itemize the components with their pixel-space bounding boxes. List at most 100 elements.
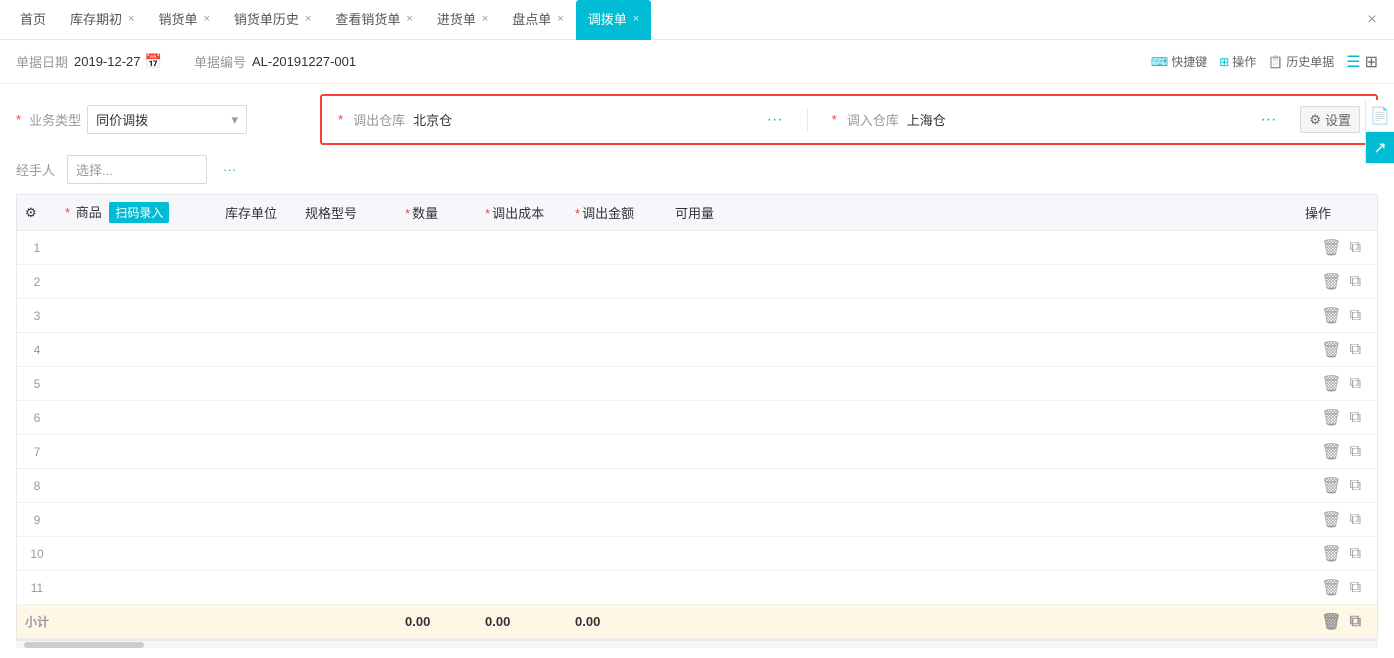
row-num-7: 7 (17, 445, 57, 459)
col-product-label: 商品 (76, 205, 102, 220)
copy-row-11-icon[interactable]: ⧉ (1350, 579, 1361, 597)
doc-no-label: 单据编号 (194, 52, 246, 71)
close-tab-sales-order[interactable]: × (203, 13, 209, 25)
table-row: 11 🗑 ⧉ (17, 571, 1377, 605)
chevron-down-icon: ▾ (232, 112, 239, 128)
close-tab-inventory-check[interactable]: × (557, 13, 563, 25)
copy-row-9-icon[interactable]: ⧉ (1350, 511, 1361, 529)
row-num-5: 5 (17, 377, 57, 391)
copy-row-7-icon[interactable]: ⧉ (1350, 443, 1361, 461)
row-num-11: 11 (17, 581, 57, 595)
tab-inventory-init[interactable]: 库存期初 × (58, 0, 146, 40)
copy-row-10-icon[interactable]: ⧉ (1350, 545, 1361, 563)
settings-label: 设置 (1325, 110, 1351, 129)
items-table: ⚙ 商品 扫码录入 库存单位 规格型号 数量 调出成本 调出金额 可用量 操作 … (16, 194, 1378, 640)
delete-row-4-icon[interactable]: 🗑 (1321, 340, 1341, 360)
tab-purchase-order[interactable]: 进货单 × (425, 0, 500, 40)
scroll-thumb[interactable] (24, 642, 144, 648)
copy-row-5-icon[interactable]: ⧉ (1350, 375, 1361, 393)
tab-transfer-order[interactable]: 调拨单 × (576, 0, 651, 40)
sidebar-export-icon[interactable]: ↗ (1366, 132, 1394, 164)
delete-row-2-icon[interactable]: 🗑 (1321, 272, 1341, 292)
close-tab-sales-history[interactable]: × (305, 13, 311, 25)
delete-row-10-icon[interactable]: 🗑 (1321, 544, 1341, 564)
history-button[interactable]: 📋 历史单据 (1268, 53, 1334, 70)
main-content: * 业务类型 同价调拨 ▾ * 调出仓库 北京仓 ··· * 调入仓库 上海仓 (0, 84, 1394, 658)
handler-label: 经手人 (16, 160, 55, 179)
close-tab-inventory-init[interactable]: × (128, 13, 134, 25)
scan-button[interactable]: 扫码录入 (109, 202, 169, 223)
delete-row-3-icon[interactable]: 🗑 (1321, 306, 1341, 326)
business-type-select[interactable]: 同价调拨 ▾ (87, 105, 247, 134)
row-num-10: 10 (17, 547, 57, 561)
total-amount: 0.00 (567, 614, 667, 629)
sidebar-doc-icon[interactable]: 📄 (1366, 100, 1394, 132)
toolbar: 单据日期 2019-12-27 📅 单据编号 AL-20191227-001 ⌨… (0, 40, 1394, 84)
table-row: 10 🗑 ⧉ (17, 537, 1377, 571)
total-delete-icon[interactable]: 🗑 (1321, 612, 1341, 632)
copy-row-1-icon[interactable]: ⧉ (1350, 239, 1361, 257)
delete-row-7-icon[interactable]: 🗑 (1321, 442, 1341, 462)
row-num-6: 6 (17, 411, 57, 425)
calendar-icon[interactable]: 📅 (145, 53, 162, 70)
tab-home[interactable]: 首页 (8, 0, 58, 40)
settings-button[interactable]: ⚙ 设置 (1300, 106, 1360, 133)
tab-view-sales-label: 查看销货单 (335, 9, 400, 28)
warehouse-out-label: 调出仓库 (353, 110, 405, 129)
copy-row-4-icon[interactable]: ⧉ (1350, 341, 1361, 359)
business-type-group: * 业务类型 同价调拨 ▾ (16, 105, 296, 134)
handler-placeholder: 选择... (76, 163, 113, 178)
delete-row-6-icon[interactable]: 🗑 (1321, 408, 1341, 428)
close-tab-purchase-order[interactable]: × (482, 13, 488, 25)
tab-inventory-check[interactable]: 盘点单 × (500, 0, 575, 40)
col-product: 商品 扫码录入 (57, 202, 217, 223)
delete-row-5-icon[interactable]: 🗑 (1321, 374, 1341, 394)
warehouse-in-more-button[interactable]: ··· (1260, 111, 1276, 129)
view-toggle: ☰ ⊞ (1346, 52, 1378, 72)
col-available: 可用量 (667, 203, 1297, 222)
tab-view-sales[interactable]: 查看销货单 × (323, 0, 424, 40)
tab-inventory-check-label: 盘点单 (512, 9, 551, 28)
close-tab-transfer-order[interactable]: × (633, 13, 639, 25)
settings-col-icon: ⚙ (25, 205, 37, 220)
row-actions-4: 🗑 ⧉ (1297, 340, 1377, 360)
toolbar-right: ⌨ 快捷键 ⊞ 操作 📋 历史单据 ☰ ⊞ (1151, 52, 1378, 72)
row-num-9: 9 (17, 513, 57, 527)
handler-more-button[interactable]: ··· (219, 162, 240, 177)
table-row: 6 🗑 ⧉ (17, 401, 1377, 435)
copy-row-6-icon[interactable]: ⧉ (1350, 409, 1361, 427)
close-tab-view-sales[interactable]: × (406, 13, 412, 25)
tab-sales-history-label: 销货单历史 (234, 9, 299, 28)
total-label: 小计 (17, 613, 57, 630)
tab-sales-order[interactable]: 销货单 × (146, 0, 221, 40)
row-num-8: 8 (17, 479, 57, 493)
copy-row-2-icon[interactable]: ⧉ (1350, 273, 1361, 291)
col-settings[interactable]: ⚙ (17, 205, 57, 221)
operations-label: 操作 (1232, 53, 1256, 70)
warehouse-out-more-button[interactable]: ··· (767, 111, 783, 129)
row-num-3: 3 (17, 309, 57, 323)
copy-row-3-icon[interactable]: ⧉ (1350, 307, 1361, 325)
handler-input[interactable]: 选择... (67, 155, 207, 184)
operations-button[interactable]: ⊞ 操作 (1219, 53, 1256, 70)
history-icon: 📋 (1268, 55, 1283, 69)
copy-row-8-icon[interactable]: ⧉ (1350, 477, 1361, 495)
col-amount: 调出金额 (567, 203, 667, 222)
settings-gear-icon: ⚙ (1309, 112, 1321, 128)
col-cost: 调出成本 (477, 203, 567, 222)
delete-row-1-icon[interactable]: 🗑 (1321, 238, 1341, 258)
history-label: 历史单据 (1286, 53, 1334, 70)
row-actions-7: 🗑 ⧉ (1297, 442, 1377, 462)
delete-row-8-icon[interactable]: 🗑 (1321, 476, 1341, 496)
close-all-tabs-button[interactable]: × (1358, 6, 1386, 34)
tab-sales-history[interactable]: 销货单历史 × (222, 0, 323, 40)
horizontal-scrollbar[interactable] (16, 640, 1378, 648)
row-actions-11: 🗑 ⧉ (1297, 578, 1377, 598)
delete-row-11-icon[interactable]: 🗑 (1321, 578, 1341, 598)
list-view-icon[interactable]: ☰ (1346, 52, 1360, 72)
business-type-value: 同价调拨 (96, 110, 148, 129)
delete-row-9-icon[interactable]: 🗑 (1321, 510, 1341, 530)
total-copy-icon[interactable]: ⧉ (1350, 613, 1361, 631)
grid-view-icon[interactable]: ⊞ (1365, 52, 1378, 72)
shortcuts-button[interactable]: ⌨ 快捷键 (1151, 53, 1207, 70)
